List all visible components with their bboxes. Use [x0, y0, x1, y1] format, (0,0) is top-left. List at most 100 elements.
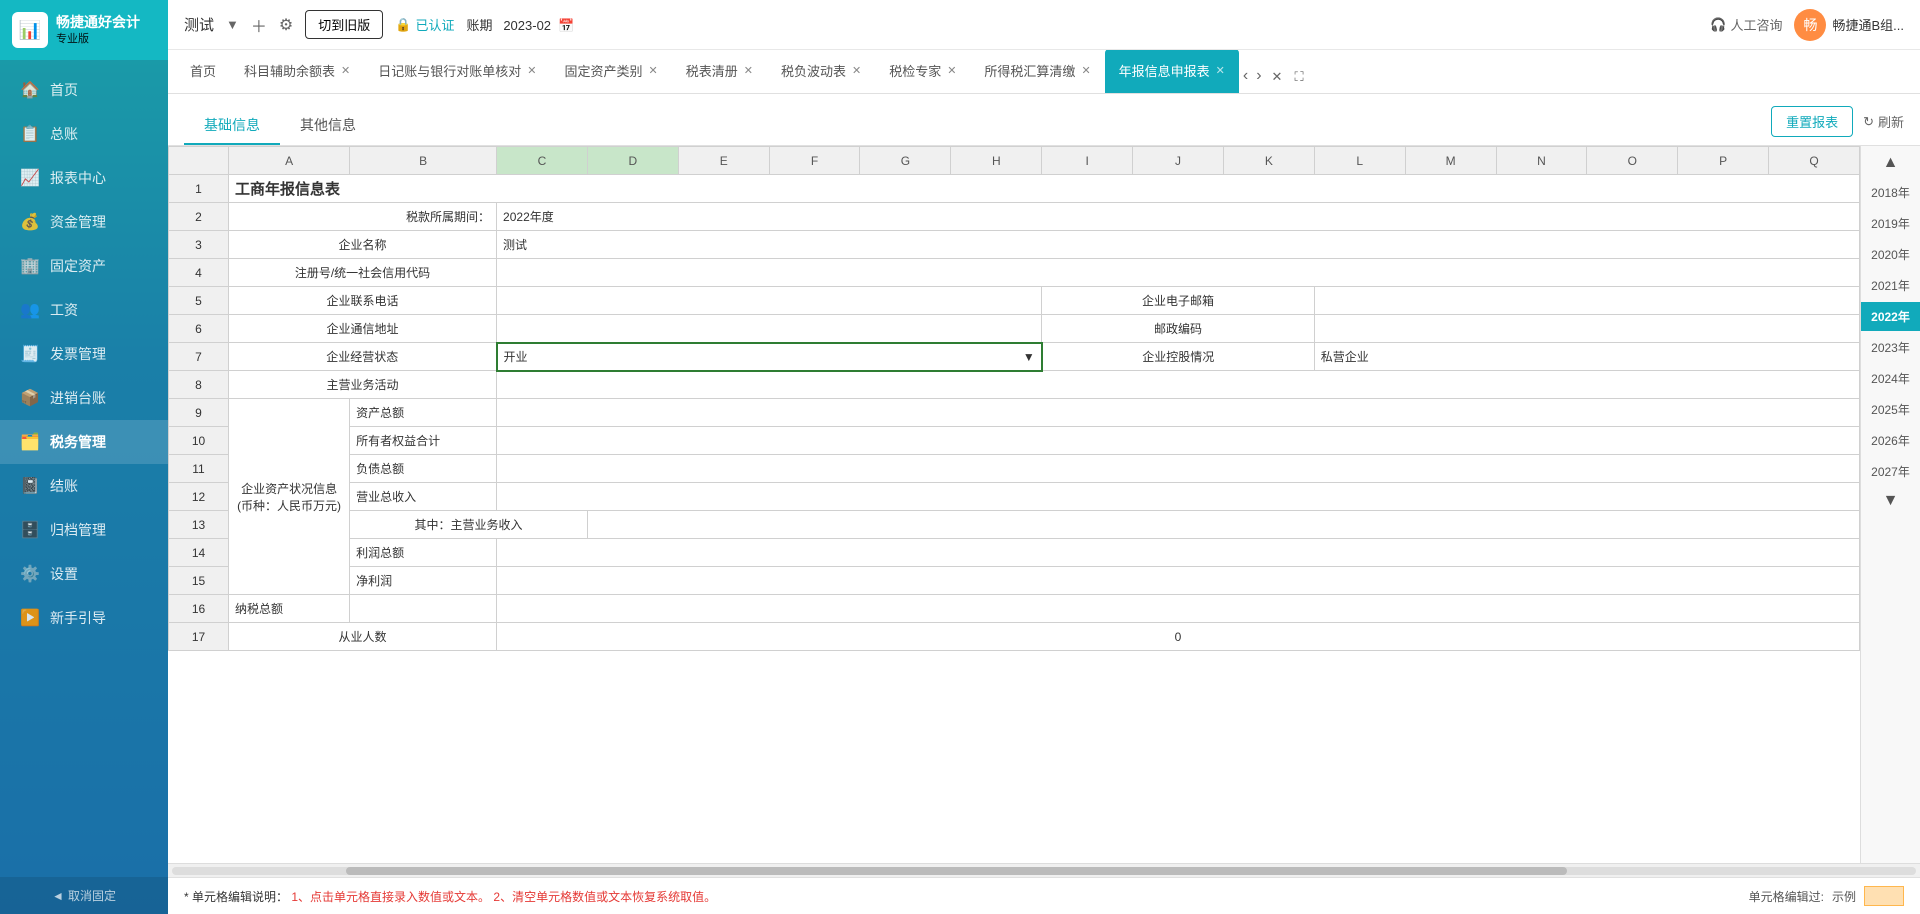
year-panel: ▲ 2018年 2019年 2020年 2021年 2022年 2023年 20… [1860, 146, 1920, 863]
table-row: 14 利润总额 [169, 539, 1860, 567]
sidebar-item-inventory[interactable]: 📦 进销台账 [0, 376, 168, 420]
tax-icon: 🗂️ [20, 432, 40, 452]
year-item-2018[interactable]: 2018年 [1861, 178, 1920, 207]
year-item-2023[interactable]: 2023年 [1861, 333, 1920, 362]
holding-value[interactable]: 私营企业 [1314, 343, 1859, 371]
tab-journal[interactable]: 日记账与银行对账单核对 ✕ [364, 50, 550, 93]
reg-no-label: 注册号/统一社会信用代码 [229, 259, 497, 287]
year-item-2019[interactable]: 2019年 [1861, 209, 1920, 238]
home-icon: 🏠 [20, 80, 40, 100]
scroll-thumb[interactable] [346, 867, 1567, 875]
tab-close-icon[interactable]: ✕ [649, 64, 658, 77]
consult-label: 人工咨询 [1730, 15, 1782, 34]
sub-tab-list: 基础信息 其他信息 [184, 107, 376, 145]
tab-home[interactable]: 首页 [176, 50, 230, 93]
employees-value[interactable]: 0 [497, 623, 1860, 651]
liability-value[interactable] [497, 455, 1860, 483]
period-value: 2023-02 [503, 18, 551, 33]
old-version-button[interactable]: 切到旧版 [305, 10, 383, 39]
main-revenue-value[interactable] [587, 511, 1859, 539]
tab-tax-fluctuation[interactable]: 税负波动表 ✕ [767, 50, 875, 93]
sidebar-item-invoice[interactable]: 🧾 发票管理 [0, 332, 168, 376]
col-header-l: L [1314, 147, 1405, 175]
address-value[interactable] [497, 315, 1042, 343]
postcode-value[interactable] [1314, 315, 1859, 343]
main-biz-value[interactable] [497, 371, 1860, 399]
tab-tax-form[interactable]: 税表清册 ✕ [672, 50, 767, 93]
year-scroll-down-button[interactable]: ▼ [1879, 488, 1903, 514]
tab-income-tax[interactable]: 所得税汇算清缴 ✕ [970, 50, 1104, 93]
tab-label: 固定资产类别 [564, 61, 642, 80]
tab-tax-expert[interactable]: 税检专家 ✕ [875, 50, 970, 93]
revenue-total-value[interactable] [497, 483, 1860, 511]
year-item-2024[interactable]: 2024年 [1861, 364, 1920, 393]
sheet-title[interactable]: 工商年报信息表 [229, 175, 1860, 203]
tab-close-icon[interactable]: ✕ [852, 64, 861, 77]
reg-no-value[interactable] [497, 259, 1860, 287]
asset-total-value[interactable] [497, 399, 1860, 427]
tab-close-icon[interactable]: ✕ [527, 64, 536, 77]
biz-status-value[interactable]: 开业 ▼ [497, 343, 1042, 371]
sidebar-item-payroll[interactable]: 👥 工资 [0, 288, 168, 332]
sidebar-item-settle[interactable]: 📓 结账 [0, 464, 168, 508]
tax-total-value[interactable] [497, 595, 1860, 623]
sidebar-item-assets[interactable]: 🏢 固定资产 [0, 244, 168, 288]
sidebar-item-label: 进销台账 [50, 388, 106, 408]
year-item-2027[interactable]: 2027年 [1861, 457, 1920, 486]
reset-report-button[interactable]: 重置报表 [1771, 106, 1853, 137]
phone-value[interactable] [497, 287, 1042, 315]
sidebar-item-archive[interactable]: 🗄️ 归档管理 [0, 508, 168, 552]
year-item-2026[interactable]: 2026年 [1861, 426, 1920, 455]
header-title: 测试 [184, 14, 214, 35]
profit-total-value[interactable] [497, 539, 1860, 567]
year-scroll-up-button[interactable]: ▲ [1879, 150, 1903, 176]
sub-tab-other-info[interactable]: 其他信息 [280, 107, 376, 145]
tab-aux-balance[interactable]: 科目辅助余额表 ✕ [230, 50, 364, 93]
tab-close-icon[interactable]: ✕ [341, 64, 350, 77]
tab-prev-button[interactable]: ‹ [1239, 59, 1252, 93]
equity-value[interactable] [497, 427, 1860, 455]
sub-tab-basic-info[interactable]: 基础信息 [184, 107, 280, 145]
holding-label: 企业控股情况 [1042, 343, 1315, 371]
horizontal-scrollbar[interactable] [168, 863, 1920, 877]
sidebar-item-guide[interactable]: ▶️ 新手引导 [0, 596, 168, 640]
sidebar-item-ledger[interactable]: 📋 总账 [0, 112, 168, 156]
tab-expand-button[interactable]: ⛶ [1288, 61, 1309, 93]
year-item-2022[interactable]: 2022年 [1861, 302, 1920, 331]
net-profit-value[interactable] [497, 567, 1860, 595]
sidebar-item-reports[interactable]: 📈 报表中心 [0, 156, 168, 200]
spreadsheet-container[interactable]: A B C D E F G H I J K L [168, 146, 1860, 863]
tab-close-icon[interactable]: ✕ [744, 64, 753, 77]
sidebar-item-settings[interactable]: ⚙️ 设置 [0, 552, 168, 596]
row-number: 9 [169, 399, 229, 427]
header-add-button[interactable]: ＋ [251, 13, 267, 37]
tab-fixed-assets[interactable]: 固定资产类别 ✕ [550, 50, 671, 93]
header-dropdown-icon[interactable]: ▼ [226, 17, 239, 32]
tab-annual-report[interactable]: 年报信息申报表 ✕ [1105, 50, 1239, 93]
refresh-button[interactable]: ↻ 刷新 [1863, 112, 1904, 131]
table-row: 9 企业资产状况信息(币种：人民币万元) 资产总额 [169, 399, 1860, 427]
year-item-2020[interactable]: 2020年 [1861, 240, 1920, 269]
email-value[interactable] [1314, 287, 1859, 315]
sidebar-item-home[interactable]: 🏠 首页 [0, 68, 168, 112]
invoice-icon: 🧾 [20, 344, 40, 364]
tab-close-icon[interactable]: ✕ [1216, 64, 1225, 77]
sidebar-collapse-button[interactable]: ◄ 取消固定 [0, 877, 168, 914]
header-settings-button[interactable]: ⚙ [279, 15, 293, 35]
user-menu[interactable]: 畅 畅捷通B组... [1794, 9, 1904, 41]
sidebar-item-tax[interactable]: 🗂️ 税务管理 [0, 420, 168, 464]
row-number-active: 7 [169, 343, 229, 371]
sidebar-item-funds[interactable]: 💰 资金管理 [0, 200, 168, 244]
tax-period-value[interactable]: 2022年度 [497, 203, 1860, 231]
year-item-2021[interactable]: 2021年 [1861, 271, 1920, 300]
tab-close-icon[interactable]: ✕ [947, 64, 956, 77]
consult-button[interactable]: 🎧 人工咨询 [1710, 15, 1782, 34]
year-item-2025[interactable]: 2025年 [1861, 395, 1920, 424]
equity-label: 所有者权益合计 [350, 427, 497, 455]
tab-close-all-button[interactable]: ✕ [1266, 61, 1289, 93]
tab-label: 税表清册 [686, 61, 738, 80]
main-area: 测试 ▼ ＋ ⚙ 切到旧版 🔒 已认证 账期 2023-02 📅 🎧 人工咨询 … [168, 0, 1920, 914]
company-name-value[interactable]: 测试 [497, 231, 1860, 259]
tab-close-icon[interactable]: ✕ [1081, 64, 1090, 77]
tab-next-button[interactable]: › [1252, 59, 1265, 93]
